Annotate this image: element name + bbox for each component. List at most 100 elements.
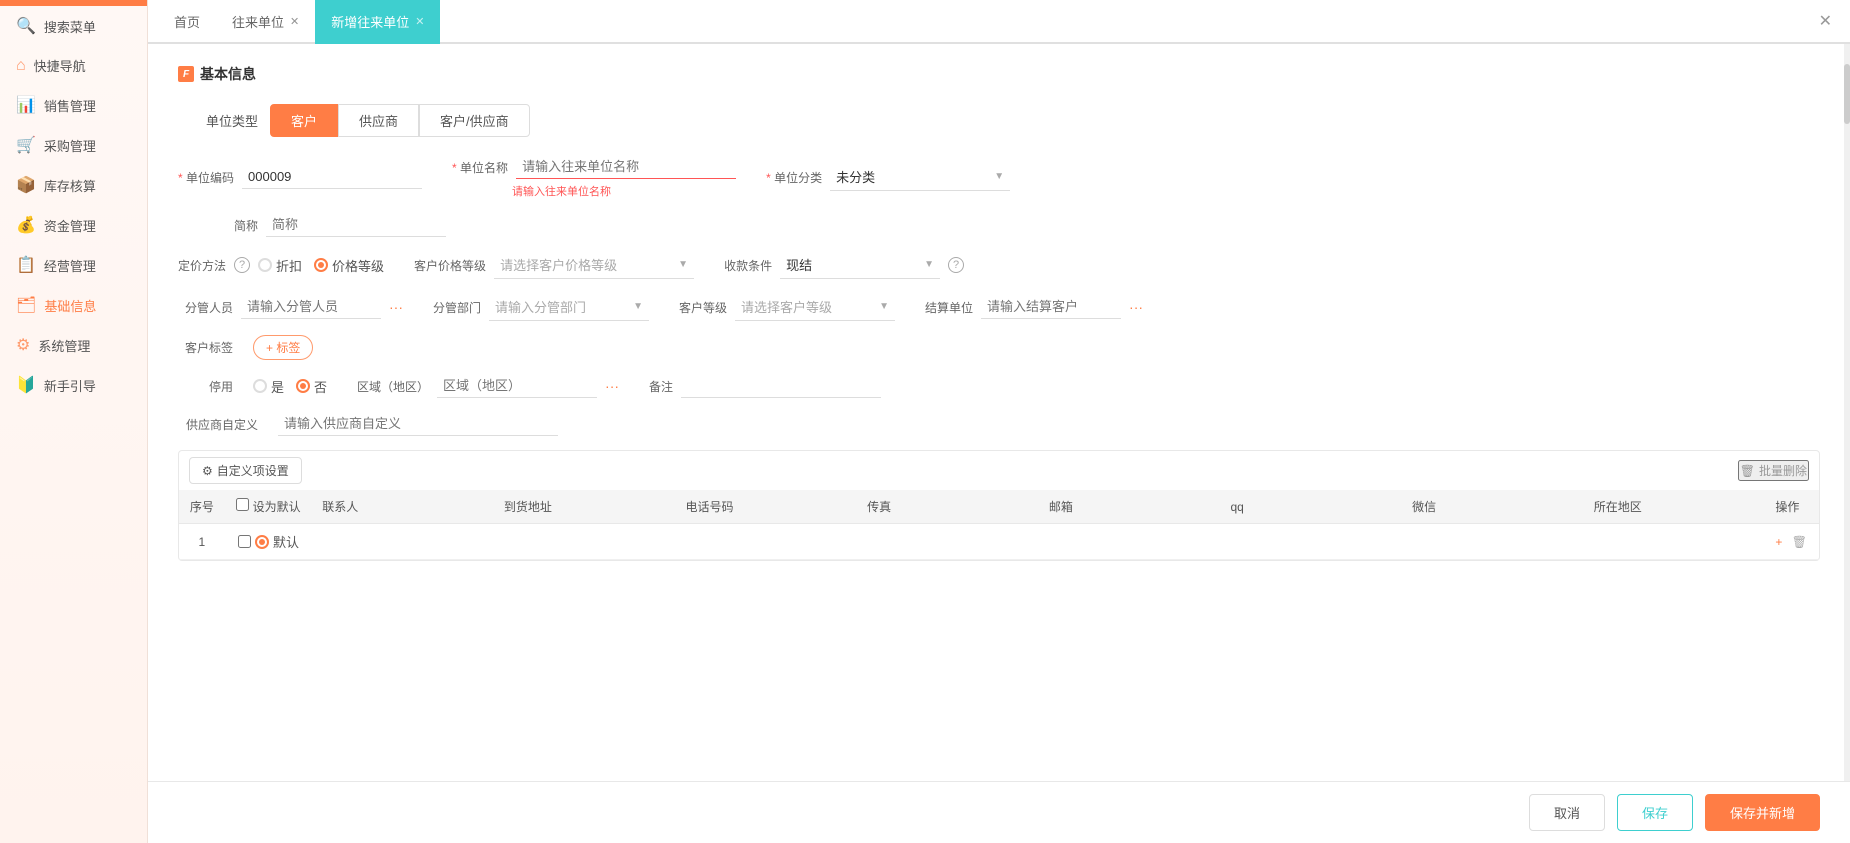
unit-type-both-btn[interactable]: 客户/供应商 [419,104,530,137]
sidebar-item-label: 系统管理 [38,336,90,355]
pricing-level-option[interactable]: 价格等级 [314,256,384,275]
contact-input[interactable] [322,535,484,549]
window-close-btn[interactable]: ✕ [1811,7,1840,35]
row-checkbox[interactable] [238,535,251,548]
clipboard-icon: 📋 [16,255,36,275]
tab-new-partner-close[interactable]: ✕ [415,15,424,28]
col-qq: qq [1220,490,1402,524]
tab-bar: 首页 往来单位 ✕ 新增往来单位 ✕ ✕ [148,0,1850,44]
tab-partners[interactable]: 往来单位 ✕ [216,0,315,44]
cancel-button[interactable]: 取消 [1529,794,1605,831]
sidebar-item-system[interactable]: ⚙ 系统管理 [0,325,147,365]
tab-partners-close[interactable]: ✕ [290,15,299,28]
pricing-discount-label: 折扣 [276,256,302,275]
unit-type-customer-btn[interactable]: 客户 [270,104,338,137]
cell-default: 默认 [225,524,313,560]
cell-email[interactable] [1039,524,1221,560]
disable-yes-option[interactable]: 是 [253,377,284,396]
cell-wechat[interactable] [1402,524,1584,560]
unit-code-field: 单位编码 [178,165,422,189]
cart-icon: 🛒 [16,135,36,155]
sidebar-item-basic[interactable]: 🗂 基础信息 [0,285,147,325]
unit-name-input[interactable] [516,155,736,179]
payment-terms-select[interactable]: 现结 ▼ [780,251,940,279]
pricing-discount-option[interactable]: 折扣 [258,256,302,275]
supplier-custom-input[interactable] [278,412,558,436]
unit-type-supplier-btn[interactable]: 供应商 [338,104,419,137]
sidebar-item-finance[interactable]: 💰 资金管理 [0,205,147,245]
pricing-method-field: 定价方法 ? 折扣 价格等级 [178,256,384,275]
manager-field: 分管人员 ··· [178,295,403,319]
manager-input[interactable] [241,295,381,319]
email-input[interactable] [1049,535,1211,549]
short-name-label: 简称 [178,217,258,234]
region-cell-input[interactable] [1594,535,1756,549]
cell-qq[interactable] [1220,524,1402,560]
phone-input[interactable] [686,535,848,549]
disable-no-option[interactable]: 否 [296,377,327,396]
add-row-btn[interactable]: + [1775,535,1782,549]
manager-more-btn[interactable]: ··· [389,299,403,315]
region-input[interactable] [437,374,597,398]
col-action: 操作 [1765,490,1819,524]
region-label: 区域（地区） [357,378,429,395]
save-button[interactable]: 保存 [1617,794,1693,831]
short-name-field: 简称 [178,213,446,237]
sidebar-item-purchase[interactable]: 🛒 采购管理 [0,125,147,165]
customer-price-level-select[interactable]: 请选择客户价格等级 ▼ [494,251,694,279]
default-radio-option[interactable]: 默认 [255,532,299,551]
cell-contact[interactable] [312,524,494,560]
tab-new-partner-label: 新增往来单位 [331,12,409,31]
unit-name-label: 单位名称 [452,159,508,176]
select-all-checkbox[interactable] [236,498,249,511]
form-row-2: 简称 [178,213,1820,237]
dept-select[interactable]: 请输入分管部门 ▼ [489,293,649,321]
chevron-down-icon: ▼ [633,301,643,312]
section-title-text: 基本信息 [200,64,256,84]
disable-no-label: 否 [314,377,327,396]
delete-row-btn[interactable]: 🗑 [1792,535,1807,549]
unit-code-input[interactable] [242,165,422,189]
sidebar-item-operations[interactable]: 📋 经营管理 [0,245,147,285]
sidebar-item-quicknav[interactable]: ⌂ 快捷导航 [0,46,147,85]
fax-input[interactable] [867,535,1029,549]
cell-address[interactable] [494,524,676,560]
cell-fax[interactable] [857,524,1039,560]
form-row-3: 定价方法 ? 折扣 价格等级 客户价格等级 请选择客户价格等级 [178,251,1820,279]
note-input[interactable] [681,374,881,398]
sidebar-item-label: 搜索菜单 [44,17,96,36]
qq-input[interactable] [1230,535,1392,549]
payment-terms-help-icon[interactable]: ? [948,257,964,273]
custom-setting-btn[interactable]: ⚙ 自定义项设置 [189,457,302,484]
save-new-button[interactable]: 保存并新增 [1705,794,1820,831]
wechat-input[interactable] [1412,535,1574,549]
section-title: F 基本信息 [178,64,1820,84]
sidebar-item-guide[interactable]: 🔰 新手引导 [0,365,147,405]
short-name-input[interactable] [266,213,446,237]
cell-phone[interactable] [676,524,858,560]
customer-price-level-field: 客户价格等级 请选择客户价格等级 ▼ [414,251,694,279]
customer-level-label: 客户等级 [679,299,727,316]
customer-level-select[interactable]: 请选择客户等级 ▼ [735,293,895,321]
sidebar-item-search[interactable]: 🔍 搜索菜单 [0,6,147,46]
address-input[interactable] [504,535,666,549]
cell-region[interactable] [1584,524,1766,560]
unit-category-select[interactable]: 未分类 ▼ [830,163,1010,191]
form-row-4: 分管人员 ··· 分管部门 请输入分管部门 ▼ 客户等级 请选择客户等级 ▼ 结… [178,293,1820,321]
settlement-unit-input[interactable] [981,295,1121,319]
note-label: 备注 [649,378,673,395]
table-section: ⚙ 自定义项设置 🗑 批量删除 序号 设为默认 联系人 [178,450,1820,561]
form-row-7: 供应商自定义 [178,412,1820,436]
tab-home[interactable]: 首页 [158,0,216,44]
sidebar-item-inventory[interactable]: 📦 库存核算 [0,165,147,205]
batch-delete-btn[interactable]: 🗑 批量删除 [1738,460,1809,481]
pricing-help-icon[interactable]: ? [234,257,250,273]
add-tag-btn[interactable]: + 标签 [253,335,313,360]
tab-partners-label: 往来单位 [232,12,284,31]
sidebar-item-label: 资金管理 [44,216,96,235]
settlement-unit-more-btn[interactable]: ··· [1129,299,1143,315]
sidebar-item-sales[interactable]: 📊 销售管理 [0,85,147,125]
scrollbar-track [1844,44,1850,781]
region-more-btn[interactable]: ··· [605,378,619,394]
tab-new-partner[interactable]: 新增往来单位 ✕ [315,0,440,44]
